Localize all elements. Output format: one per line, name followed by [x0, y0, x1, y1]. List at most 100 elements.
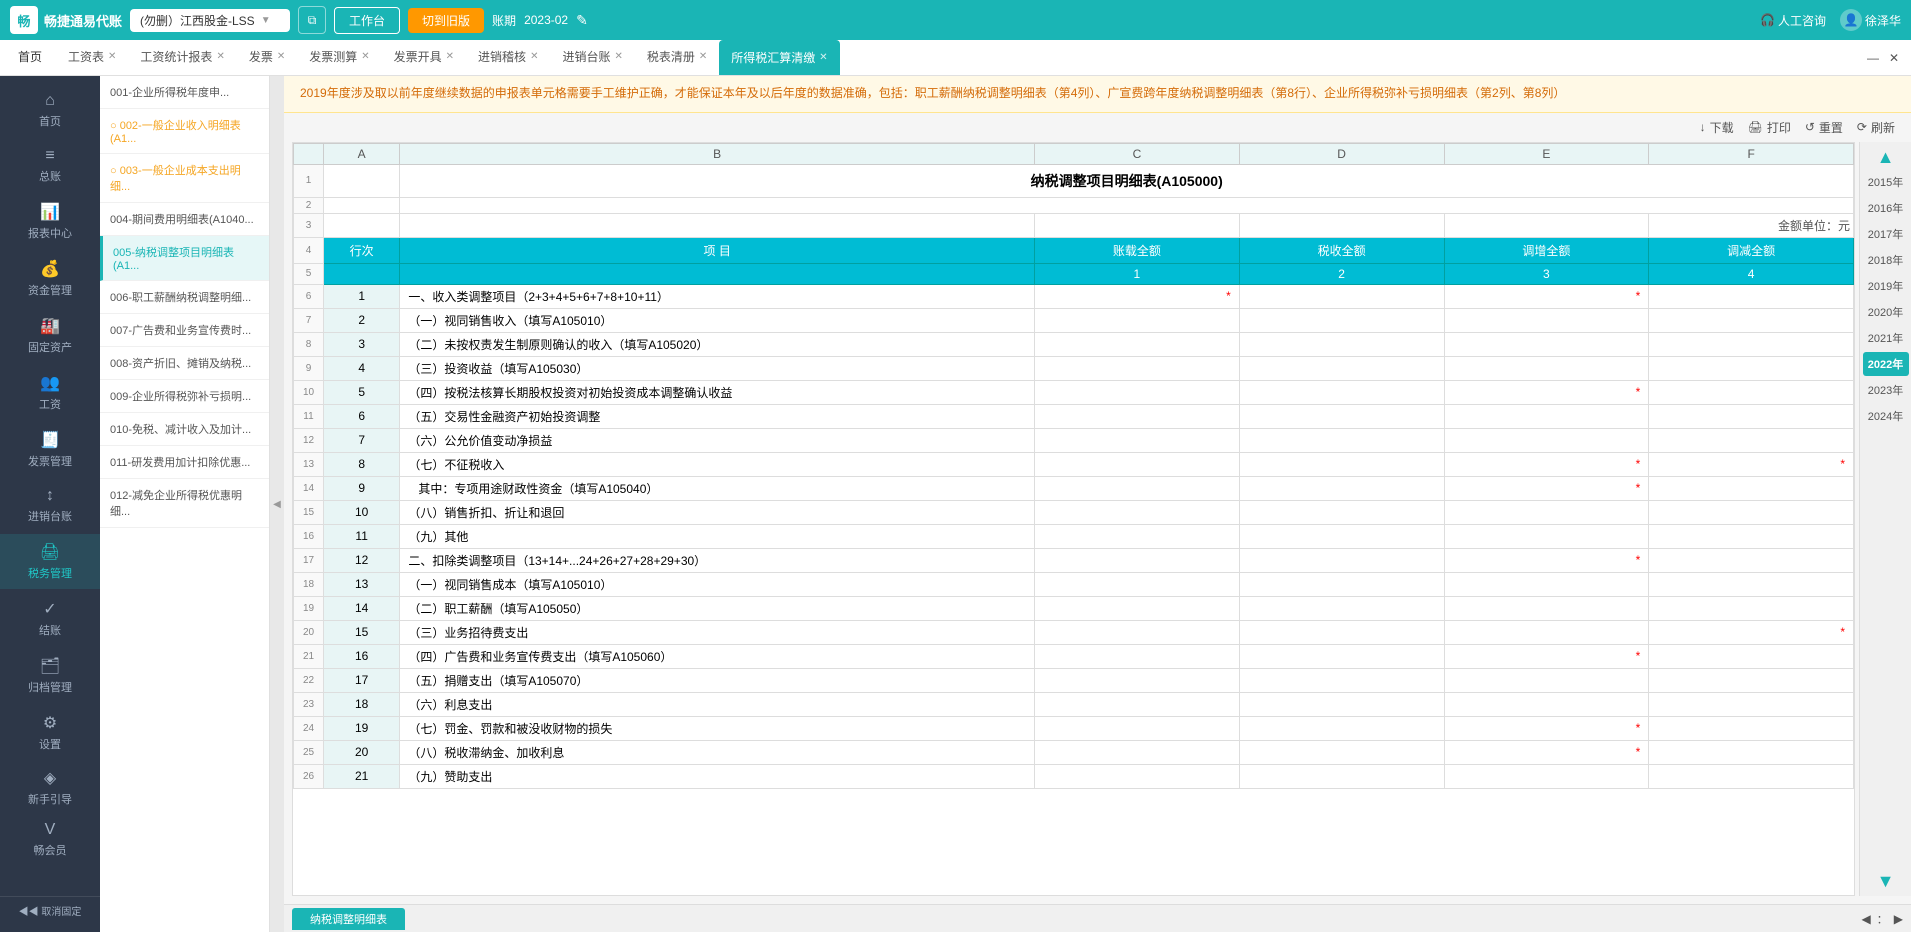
tab-invoice-open[interactable]: 发票开具✕ — [382, 40, 466, 75]
table-row: 16 11 （九）其他 — [294, 524, 1854, 548]
tab-bar-close-all[interactable]: ✕ — [1889, 51, 1899, 65]
table-row: 18 13 （一）视同销售成本（填写A105010） — [294, 572, 1854, 596]
year-nav-up[interactable]: ▲ — [1875, 146, 1897, 168]
sidebar-item-invoice[interactable]: 🧾 发票管理 — [0, 422, 100, 477]
sub-sidebar-item-012[interactable]: 012-减免企业所得税优惠明细... — [100, 479, 269, 528]
tab-sales-check-close[interactable]: ✕ — [530, 51, 538, 62]
year-item-2016[interactable]: 2016年 — [1863, 196, 1909, 220]
table-header-row2: 5 1 2 3 4 — [294, 263, 1854, 284]
table-row: 17 12 二、扣除类调整项目（13+14+...24+26+27+28+29+… — [294, 548, 1854, 572]
tab-bar-minimize[interactable]: — — [1867, 51, 1879, 65]
sidebar-item-salary[interactable]: 👥 工资 — [0, 365, 100, 420]
col-c2-num: 2 — [1239, 263, 1444, 284]
sidebar-item-tax[interactable]: 🖨 税务管理 — [0, 534, 100, 589]
tab-tax-calc[interactable]: 所得税汇算清缴✕ — [719, 40, 839, 75]
table-row: 23 18 （六）利息支出 — [294, 692, 1854, 716]
company-selector[interactable]: (勿删）江西股金-LSS ▼ — [130, 9, 290, 32]
consult-button[interactable]: 🎧 人工咨询 — [1760, 12, 1826, 29]
tab-sales-check[interactable]: 进销稽核✕ — [466, 40, 550, 75]
old-version-button[interactable]: 切到旧版 — [408, 8, 484, 33]
sidebar-item-fund[interactable]: 💰 资金管理 — [0, 251, 100, 306]
year-item-2021[interactable]: 2021年 — [1863, 326, 1909, 350]
tab-salary-report-close[interactable]: ✕ — [216, 51, 224, 62]
year-item-2023[interactable]: 2023年 — [1863, 378, 1909, 402]
refresh-icon: ⟳ — [1857, 120, 1867, 134]
sub-sidebar-item-009[interactable]: 009-企业所得税弥补亏损明... — [100, 380, 269, 413]
sidebar-label-fund: 资金管理 — [28, 282, 72, 298]
fund-icon: 💰 — [40, 259, 60, 279]
sidebar-item-report[interactable]: 📊 报表中心 — [0, 194, 100, 249]
sidebar-item-asset[interactable]: 🏭 固定资产 — [0, 308, 100, 363]
sub-sidebar-item-001[interactable]: 001-企业所得税年度申... — [100, 76, 269, 109]
year-item-2019[interactable]: 2019年 — [1863, 274, 1909, 298]
tab-salary-report[interactable]: 工资统计报表✕ — [128, 40, 236, 75]
table-row: 7 2 （一）视同销售收入（填写A105010） — [294, 308, 1854, 332]
sidebar-item-member[interactable]: V 畅会员 — [0, 815, 100, 864]
sidebar-item-settings[interactable]: ⚙ 设置 — [0, 705, 100, 760]
sub-sidebar-item-006[interactable]: 006-职工薪酬纳税调整明细... — [100, 281, 269, 314]
tab-invoice-close[interactable]: ✕ — [277, 51, 285, 62]
sub-sidebar-item-005[interactable]: 005-纳税调整项目明细表(A1... — [100, 236, 269, 281]
sub-sidebar-item-003[interactable]: ○ 003-一般企业成本支出明细... — [100, 154, 269, 203]
col-c4-num: 4 — [1649, 263, 1854, 284]
year-item-2018[interactable]: 2018年 — [1863, 248, 1909, 272]
sheet-scroll-right[interactable]: ▶ — [1894, 912, 1903, 926]
sheet-scroll-left[interactable]: ◀ — [1862, 912, 1871, 926]
tab-salary[interactable]: 工资表✕ — [56, 40, 128, 75]
table-row: 11 6 （五）交易性金融资产初始投资调整 — [294, 404, 1854, 428]
tab-invoice-open-close[interactable]: ✕ — [446, 51, 454, 62]
work-tab-button[interactable]: 工作台 — [334, 7, 400, 34]
tab-invoice-calc-close[interactable]: ✕ — [361, 51, 369, 62]
headset-icon: 🎧 — [1760, 13, 1775, 27]
refresh-button[interactable]: ⟳ 刷新 — [1857, 119, 1895, 136]
tab-tax-list[interactable]: 税表清册✕ — [635, 40, 719, 75]
year-item-2024[interactable]: 2024年 — [1863, 404, 1909, 428]
col-hang-header: 行次 — [324, 237, 400, 263]
sidebar-item-archive[interactable]: 🗂 归档管理 — [0, 648, 100, 703]
sub-sidebar-item-004[interactable]: 004-期间费用明细表(A1040... — [100, 203, 269, 236]
sidebar-item-trade[interactable]: ↕ 进销台账 — [0, 479, 100, 532]
table-row: 12 7 （六）公允价值变动净损益 — [294, 428, 1854, 452]
table-row: 3 金额单位：元 — [294, 213, 1854, 237]
sidebar-item-ledger[interactable]: ≡ 总账 — [0, 139, 100, 192]
pin-button[interactable]: ◀◀ 取消固定 — [19, 907, 82, 918]
col-c1-header: 账载全额 — [1035, 237, 1240, 263]
year-item-2017[interactable]: 2017年 — [1863, 222, 1909, 246]
sub-sidebar-item-002[interactable]: ○ 002-一般企业收入明细表(A1... — [100, 109, 269, 154]
copy-company-button[interactable]: ⧉ — [298, 6, 326, 34]
sub-sidebar-item-008[interactable]: 008-资产折旧、摊销及纳税... — [100, 347, 269, 380]
tab-tax-list-close[interactable]: ✕ — [699, 51, 707, 62]
reset-button[interactable]: ↺ 重置 — [1805, 119, 1843, 136]
tab-tax-calc-close[interactable]: ✕ — [819, 52, 827, 63]
year-item-2020[interactable]: 2020年 — [1863, 300, 1909, 324]
sidebar-item-close-account[interactable]: ✓ 结账 — [0, 591, 100, 646]
settings-icon: ⚙ — [43, 713, 57, 733]
user-menu[interactable]: 👤 徐泽华 — [1840, 9, 1901, 31]
sub-sidebar-collapse[interactable]: ◀ — [270, 76, 284, 932]
year-nav-down[interactable]: ▼ — [1875, 870, 1897, 892]
table-row: 1 纳税调整项目明细表(A105000) — [294, 164, 1854, 197]
period-edit-icon[interactable]: ✎ — [576, 12, 588, 29]
download-button[interactable]: ↓ 下载 — [1700, 119, 1734, 136]
tab-sales-ledger-close[interactable]: ✕ — [614, 51, 622, 62]
sub-sidebar-item-010[interactable]: 010-免税、减计收入及加计... — [100, 413, 269, 446]
app-name: 畅捷通易代账 — [44, 11, 122, 30]
year-item-2015[interactable]: 2015年 — [1863, 170, 1909, 194]
col-header-E: E — [1444, 143, 1649, 164]
table-row: 22 17 （五）捐赠支出（填写A105070） — [294, 668, 1854, 692]
sub-sidebar-item-011[interactable]: 011-研发费用加计扣除优惠... — [100, 446, 269, 479]
tab-salary-close[interactable]: ✕ — [108, 51, 116, 62]
tab-sales-ledger[interactable]: 进销台账✕ — [550, 40, 634, 75]
download-icon: ↓ — [1700, 120, 1706, 134]
sidebar-item-guide[interactable]: ◈ 新手引导 — [0, 762, 100, 813]
col-c3-num: 3 — [1444, 263, 1649, 284]
bottom-tab-active[interactable]: 纳税调整明细表 — [292, 908, 405, 930]
tab-invoice[interactable]: 发票✕ — [237, 40, 297, 75]
tab-invoice-calc[interactable]: 发票测算✕ — [297, 40, 381, 75]
sub-sidebar-item-007[interactable]: 007-广告费和业务宣传费时... — [100, 314, 269, 347]
tab-home[interactable]: 首页 — [4, 40, 56, 75]
sidebar-item-home[interactable]: ⌂ 首页 — [0, 84, 100, 137]
table-container[interactable]: A B C D E F 1 — [292, 142, 1855, 896]
print-button[interactable]: 🖨 打印 — [1748, 119, 1791, 136]
year-item-2022[interactable]: 2022年 — [1863, 352, 1909, 376]
